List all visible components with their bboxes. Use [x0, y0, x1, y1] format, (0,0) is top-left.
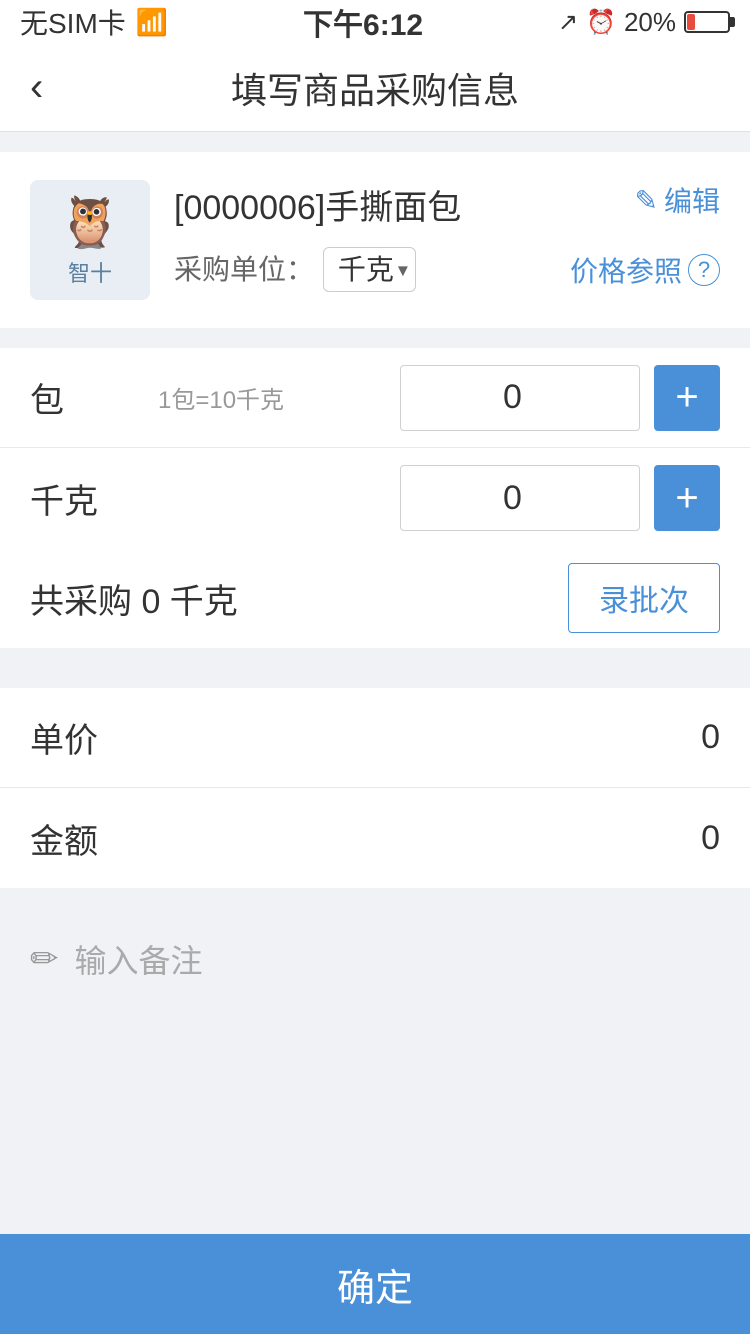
product-image-label: 智十 [68, 256, 112, 288]
batch-button[interactable]: 录批次 [568, 563, 720, 633]
pack-input-row: 包 1包=10千克 + [0, 348, 750, 448]
battery-icon [684, 11, 730, 33]
price-section: 单价 0 金额 0 [0, 688, 750, 888]
price-ref-help-icon: ? [688, 254, 720, 286]
status-time: 下午6:12 [303, 0, 423, 44]
page-title: 填写商品采购信息 [231, 62, 519, 114]
edit-icon: ✎ [635, 184, 658, 217]
back-button[interactable]: ‹ [30, 65, 43, 110]
alarm-icon: ⏰ [586, 8, 616, 37]
product-title: 手撕面包 [325, 189, 461, 227]
carrier-text: 无SIM卡 [20, 2, 126, 42]
summary-row: 共采购 0 千克 录批次 [0, 548, 750, 648]
edit-label: 编辑 [664, 180, 720, 220]
wifi-icon: 📶 [136, 7, 168, 38]
product-owl-icon: 🦉 [59, 193, 121, 252]
pack-sublabel: 1包=10千克 [158, 380, 284, 415]
unit-label: 采购单位： [174, 254, 314, 285]
pack-quantity-input[interactable] [400, 365, 640, 431]
edit-button[interactable]: ✎ 编辑 [635, 180, 720, 220]
unit-price-row: 单价 0 [0, 688, 750, 788]
notes-pencil-icon: ✏ [30, 939, 59, 979]
status-right: ↗ ⏰ 20% [558, 7, 730, 38]
status-left: 无SIM卡 📶 [20, 2, 168, 42]
product-code: [0000006] [174, 189, 325, 227]
status-bar: 无SIM卡 📶 下午6:12 ↗ ⏰ 20% [0, 0, 750, 44]
amount-label: 金额 [30, 814, 98, 863]
summary-text: 共采购 0 千克 [30, 574, 238, 623]
product-unit-row: 采购单位： 千克 包 克 价格参照 ? [174, 247, 720, 292]
product-name: [0000006]手撕面包 [174, 180, 461, 229]
unit-select[interactable]: 千克 包 克 [323, 247, 416, 292]
unit-select-wrapper[interactable]: 千克 包 克 [323, 247, 416, 292]
unit-label-group: 采购单位： 千克 包 克 [174, 247, 416, 292]
amount-row: 金额 0 [0, 788, 750, 888]
notes-section[interactable]: ✏ 输入备注 [0, 908, 750, 1010]
unit-price-label: 单价 [30, 713, 98, 762]
notes-placeholder: 输入备注 [75, 936, 203, 982]
price-ref-label: 价格参照 [570, 250, 682, 290]
unit-price-value: 0 [701, 718, 720, 757]
amount-value: 0 [701, 819, 720, 858]
pack-label: 包 [30, 373, 150, 422]
kg-label: 千克 [30, 474, 150, 523]
battery-percent: 20% [624, 7, 676, 38]
product-card: 🦉 智十 [0000006]手撕面包 ✎ 编辑 采购单位： 千克 包 克 [0, 152, 750, 328]
kg-quantity-input[interactable] [400, 465, 640, 531]
pack-plus-button[interactable]: + [654, 365, 720, 431]
price-ref-button[interactable]: 价格参照 ? [570, 250, 720, 290]
product-info: [0000006]手撕面包 ✎ 编辑 采购单位： 千克 包 克 价格参照 [174, 180, 720, 292]
product-image: 🦉 智十 [30, 180, 150, 300]
kg-input-row: 千克 + [0, 448, 750, 548]
kg-plus-button[interactable]: + [654, 465, 720, 531]
nav-bar: ‹ 填写商品采购信息 [0, 44, 750, 132]
confirm-button[interactable]: 确定 [0, 1234, 750, 1334]
input-section: 包 1包=10千克 + 千克 + [0, 348, 750, 548]
section-divider-1 [0, 328, 750, 348]
section-divider-2 [0, 648, 750, 668]
location-icon: ↗ [558, 8, 578, 37]
product-header: [0000006]手撕面包 ✎ 编辑 [174, 180, 720, 229]
